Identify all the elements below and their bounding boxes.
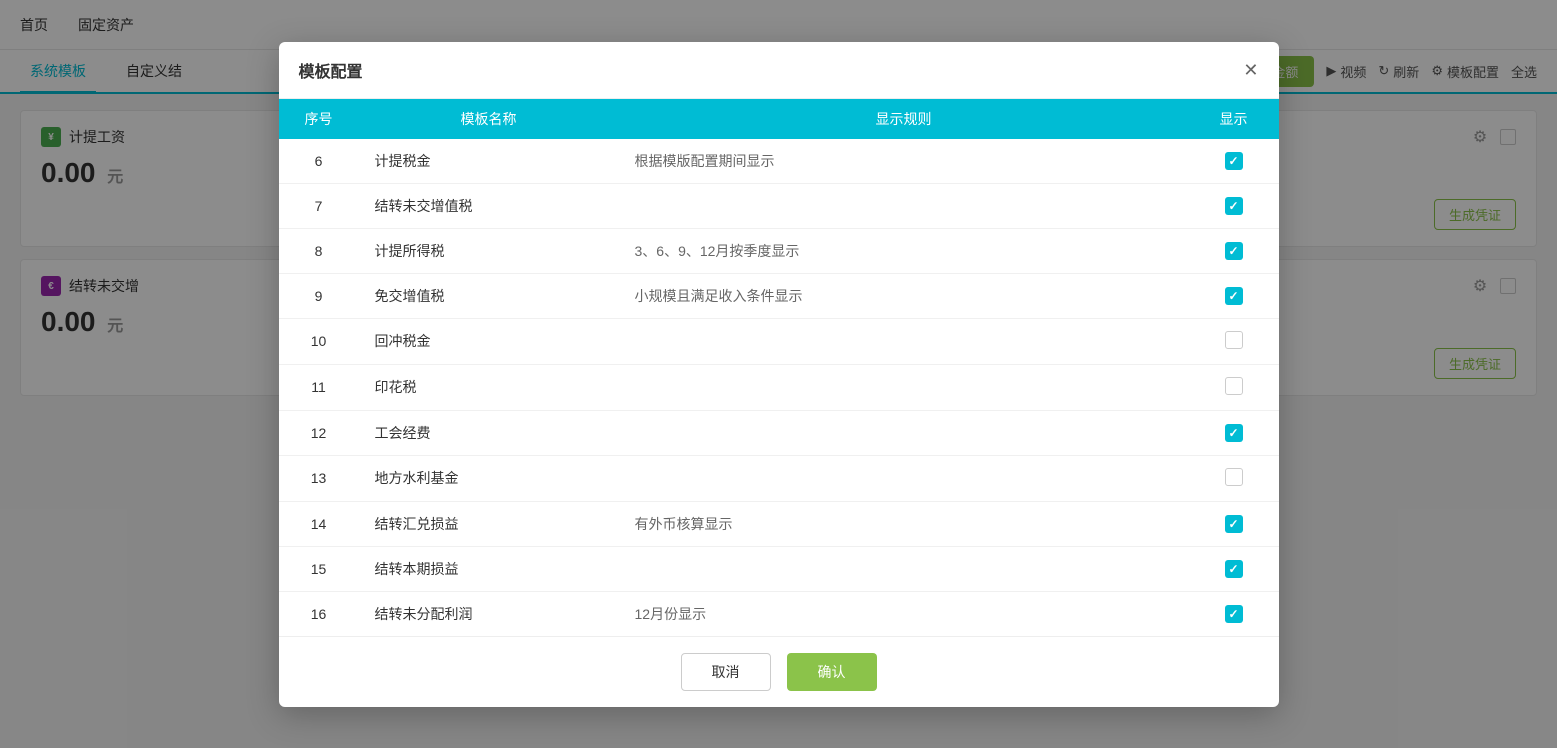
table-row: 8计提所得税3、6、9、12月按季度显示 [279, 228, 1279, 273]
row-rule [619, 410, 1189, 455]
modal-title: 模板配置 [299, 58, 363, 82]
row-rule: 有外币核算显示 [619, 501, 1189, 546]
modal-header: 模板配置 ✕ [279, 42, 1279, 99]
row-checkbox[interactable] [1225, 468, 1243, 486]
row-rule: 根据模版配置期间显示 [619, 139, 1189, 184]
config-table: 序号 模板名称 显示规则 显示 6计提税金根据模版配置期间显示7结转未交增值税8… [279, 99, 1279, 636]
row-checkbox[interactable] [1225, 515, 1243, 533]
row-checkbox[interactable] [1225, 287, 1243, 305]
cancel-button[interactable]: 取消 [681, 653, 771, 691]
row-seq: 14 [279, 501, 359, 546]
table-row: 7结转未交增值税 [279, 183, 1279, 228]
col-display: 显示 [1189, 99, 1279, 139]
row-name: 印花税 [359, 364, 619, 410]
row-rule: 3、6、9、12月按季度显示 [619, 228, 1189, 273]
row-seq: 9 [279, 273, 359, 318]
confirm-button[interactable]: 确认 [787, 653, 877, 691]
row-seq: 16 [279, 591, 359, 636]
table-row: 13地方水利基金 [279, 455, 1279, 501]
table-row: 15结转本期损益 [279, 546, 1279, 591]
table-row: 12工会经费 [279, 410, 1279, 455]
table-row: 14结转汇兑损益有外币核算显示 [279, 501, 1279, 546]
row-name: 结转汇兑损益 [359, 501, 619, 546]
row-name: 地方水利基金 [359, 455, 619, 501]
row-checkbox[interactable] [1225, 152, 1243, 170]
col-seq: 序号 [279, 99, 359, 139]
row-rule: 小规模且满足收入条件显示 [619, 273, 1189, 318]
table-header: 序号 模板名称 显示规则 显示 [279, 99, 1279, 139]
row-name: 计提税金 [359, 139, 619, 184]
row-checkbox[interactable] [1225, 605, 1243, 623]
row-name: 免交增值税 [359, 273, 619, 318]
col-name: 模板名称 [359, 99, 619, 139]
row-name: 结转未交增值税 [359, 183, 619, 228]
row-seq: 13 [279, 455, 359, 501]
row-seq: 7 [279, 183, 359, 228]
row-checkbox-cell[interactable] [1189, 410, 1279, 455]
row-checkbox-cell[interactable] [1189, 139, 1279, 184]
table-body: 6计提税金根据模版配置期间显示7结转未交增值税8计提所得税3、6、9、12月按季… [279, 139, 1279, 636]
row-rule [619, 183, 1189, 228]
modal-body: 序号 模板名称 显示规则 显示 6计提税金根据模版配置期间显示7结转未交增值税8… [279, 99, 1279, 636]
row-checkbox-cell[interactable] [1189, 318, 1279, 364]
row-rule [619, 318, 1189, 364]
row-name: 工会经费 [359, 410, 619, 455]
row-seq: 15 [279, 546, 359, 591]
modal-template-config: 模板配置 ✕ 序号 模板名称 显示规则 显示 6计提税金根据模版配置期间显示7结… [279, 42, 1279, 707]
row-rule [619, 546, 1189, 591]
row-checkbox-cell[interactable] [1189, 228, 1279, 273]
table-row: 10回冲税金 [279, 318, 1279, 364]
row-checkbox[interactable] [1225, 424, 1243, 442]
row-checkbox-cell[interactable] [1189, 501, 1279, 546]
table-row: 16结转未分配利润12月份显示 [279, 591, 1279, 636]
row-name: 结转未分配利润 [359, 591, 619, 636]
row-rule [619, 364, 1189, 410]
col-rule: 显示规则 [619, 99, 1189, 139]
row-seq: 6 [279, 139, 359, 184]
modal-close-button[interactable]: ✕ [1243, 61, 1258, 79]
row-name: 结转本期损益 [359, 546, 619, 591]
row-checkbox-cell[interactable] [1189, 183, 1279, 228]
row-checkbox[interactable] [1225, 197, 1243, 215]
row-rule [619, 455, 1189, 501]
table-row: 9免交增值税小规模且满足收入条件显示 [279, 273, 1279, 318]
row-seq: 11 [279, 364, 359, 410]
row-checkbox-cell[interactable] [1189, 364, 1279, 410]
row-checkbox-cell[interactable] [1189, 455, 1279, 501]
row-checkbox[interactable] [1225, 242, 1243, 260]
row-checkbox-cell[interactable] [1189, 273, 1279, 318]
modal-overlay: 模板配置 ✕ 序号 模板名称 显示规则 显示 6计提税金根据模版配置期间显示7结… [0, 0, 1557, 748]
table-row: 11印花税 [279, 364, 1279, 410]
row-name: 计提所得税 [359, 228, 619, 273]
row-checkbox[interactable] [1225, 331, 1243, 349]
row-checkbox[interactable] [1225, 377, 1243, 395]
row-seq: 10 [279, 318, 359, 364]
table-row: 6计提税金根据模版配置期间显示 [279, 139, 1279, 184]
row-seq: 12 [279, 410, 359, 455]
row-checkbox-cell[interactable] [1189, 591, 1279, 636]
row-seq: 8 [279, 228, 359, 273]
row-name: 回冲税金 [359, 318, 619, 364]
row-checkbox-cell[interactable] [1189, 546, 1279, 591]
row-checkbox[interactable] [1225, 560, 1243, 578]
modal-footer: 取消 确认 [279, 636, 1279, 707]
row-rule: 12月份显示 [619, 591, 1189, 636]
